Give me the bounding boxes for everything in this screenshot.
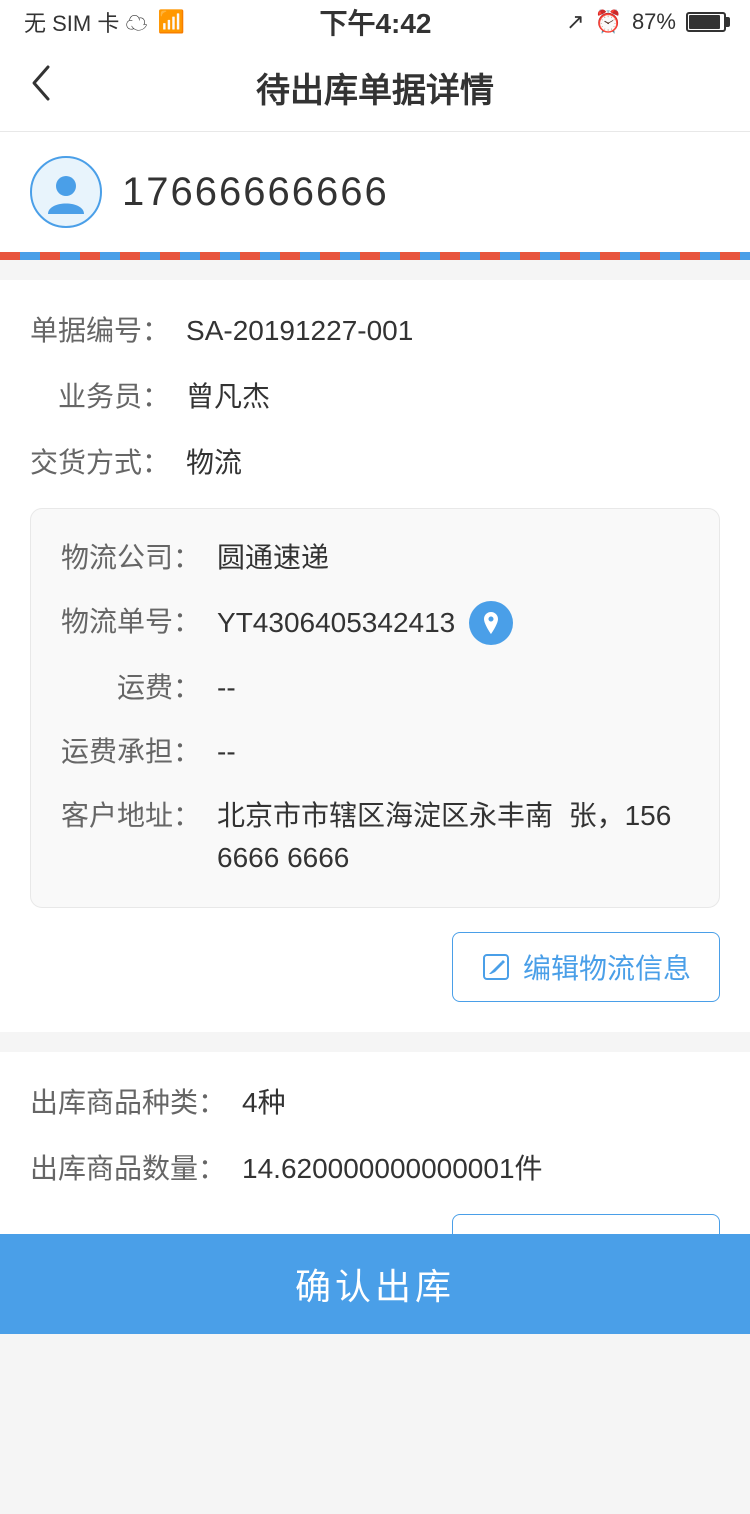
delivery-method-row: 交货方式： 物流 <box>30 442 720 484</box>
confirm-button[interactable]: 确认出库 <box>0 1234 750 1334</box>
product-qty-row: 出库商品数量： 14.620000000000001件 <box>30 1148 720 1190</box>
location-track-icon[interactable] <box>469 601 513 645</box>
location-status-icon: ↗ <box>566 9 584 35</box>
freight-value: -- <box>217 667 689 709</box>
section-divider <box>0 1032 750 1052</box>
wifi-icon: 📶 <box>157 9 184 35</box>
logistics-card: 物流公司： 圆通速递 物流单号： YT43064053424​13 运费： --… <box>30 508 720 908</box>
address-label: 客户地址： <box>61 795 201 837</box>
product-qty-value: 14.620000000000001件 <box>242 1148 720 1190</box>
alarm-icon: ⏰ <box>595 9 622 35</box>
address-value: 北京市市辖区海淀区永丰南 张，156 6666 6666 <box>217 795 689 879</box>
page-title: 待出库单据详情 <box>256 63 494 112</box>
freight-row: 运费： -- <box>61 667 689 709</box>
freight-bearer-label: 运费承担： <box>61 731 201 773</box>
freight-bearer-value: -- <box>217 731 689 773</box>
logistics-company-row: 物流公司： 圆通速递 <box>61 537 689 579</box>
freight-label: 运费： <box>61 667 201 709</box>
user-header: 17666666666 <box>0 132 750 252</box>
logistics-company-value: 圆通速递 <box>217 537 689 579</box>
freight-bearer-row: 运费承担： -- <box>61 731 689 773</box>
logistics-company-label: 物流公司： <box>61 537 201 579</box>
document-number-row: 单据编号： SA-20191227-001 <box>30 310 720 352</box>
status-time: 下午4:42 <box>319 2 431 42</box>
salesman-label: 业务员： <box>30 376 170 418</box>
nav-bar: 待出库单据详情 <box>0 44 750 132</box>
battery-icon <box>686 12 726 32</box>
product-type-value: 4种 <box>242 1082 720 1124</box>
edit-logistics-button[interactable]: 编辑物流信息 <box>452 932 720 1002</box>
status-left: 无 SIM 卡 ☁ 📶 <box>24 6 185 38</box>
salesman-value: 曾凡杰 <box>186 376 720 418</box>
document-number-label: 单据编号： <box>30 310 170 352</box>
address-row: 客户地址： 北京市市辖区海淀区永丰南 张，156 6666 6666 <box>61 795 689 879</box>
edit-icon <box>481 952 511 982</box>
product-qty-label: 出库商品数量： <box>30 1148 226 1190</box>
edit-logistics-label: 编辑物流信息 <box>523 947 691 987</box>
product-type-row: 出库商品种类： 4种 <box>30 1082 720 1124</box>
status-right: ↗ ⏰ 87% <box>566 9 726 35</box>
back-button[interactable] <box>30 63 54 113</box>
delivery-method-label: 交货方式： <box>30 442 170 484</box>
decorative-dashed-line <box>0 252 750 260</box>
sim-status: 无 SIM 卡 ☁ <box>24 6 147 38</box>
tracking-label: 物流单号： <box>61 601 201 643</box>
battery-percentage: 87% <box>632 9 676 35</box>
bottom-spacer <box>0 1314 750 1514</box>
user-phone: 17666666666 <box>122 170 389 215</box>
confirm-label: 确认出库 <box>295 1258 455 1310</box>
avatar <box>30 156 102 228</box>
status-bar: 无 SIM 卡 ☁ 📶 下午4:42 ↗ ⏰ 87% <box>0 0 750 44</box>
order-info-section: 单据编号： SA-20191227-001 业务员： 曾凡杰 交货方式： 物流 … <box>0 280 750 1032</box>
tracking-value: YT43064053424​13 <box>217 601 689 645</box>
product-type-label: 出库商品种类： <box>30 1082 226 1124</box>
edit-logistics-container: 编辑物流信息 <box>30 932 720 1002</box>
document-number-value: SA-20191227-001 <box>186 310 720 352</box>
salesman-row: 业务员： 曾凡杰 <box>30 376 720 418</box>
delivery-method-value: 物流 <box>186 442 720 484</box>
tracking-number-row: 物流单号： YT43064053424​13 <box>61 601 689 645</box>
